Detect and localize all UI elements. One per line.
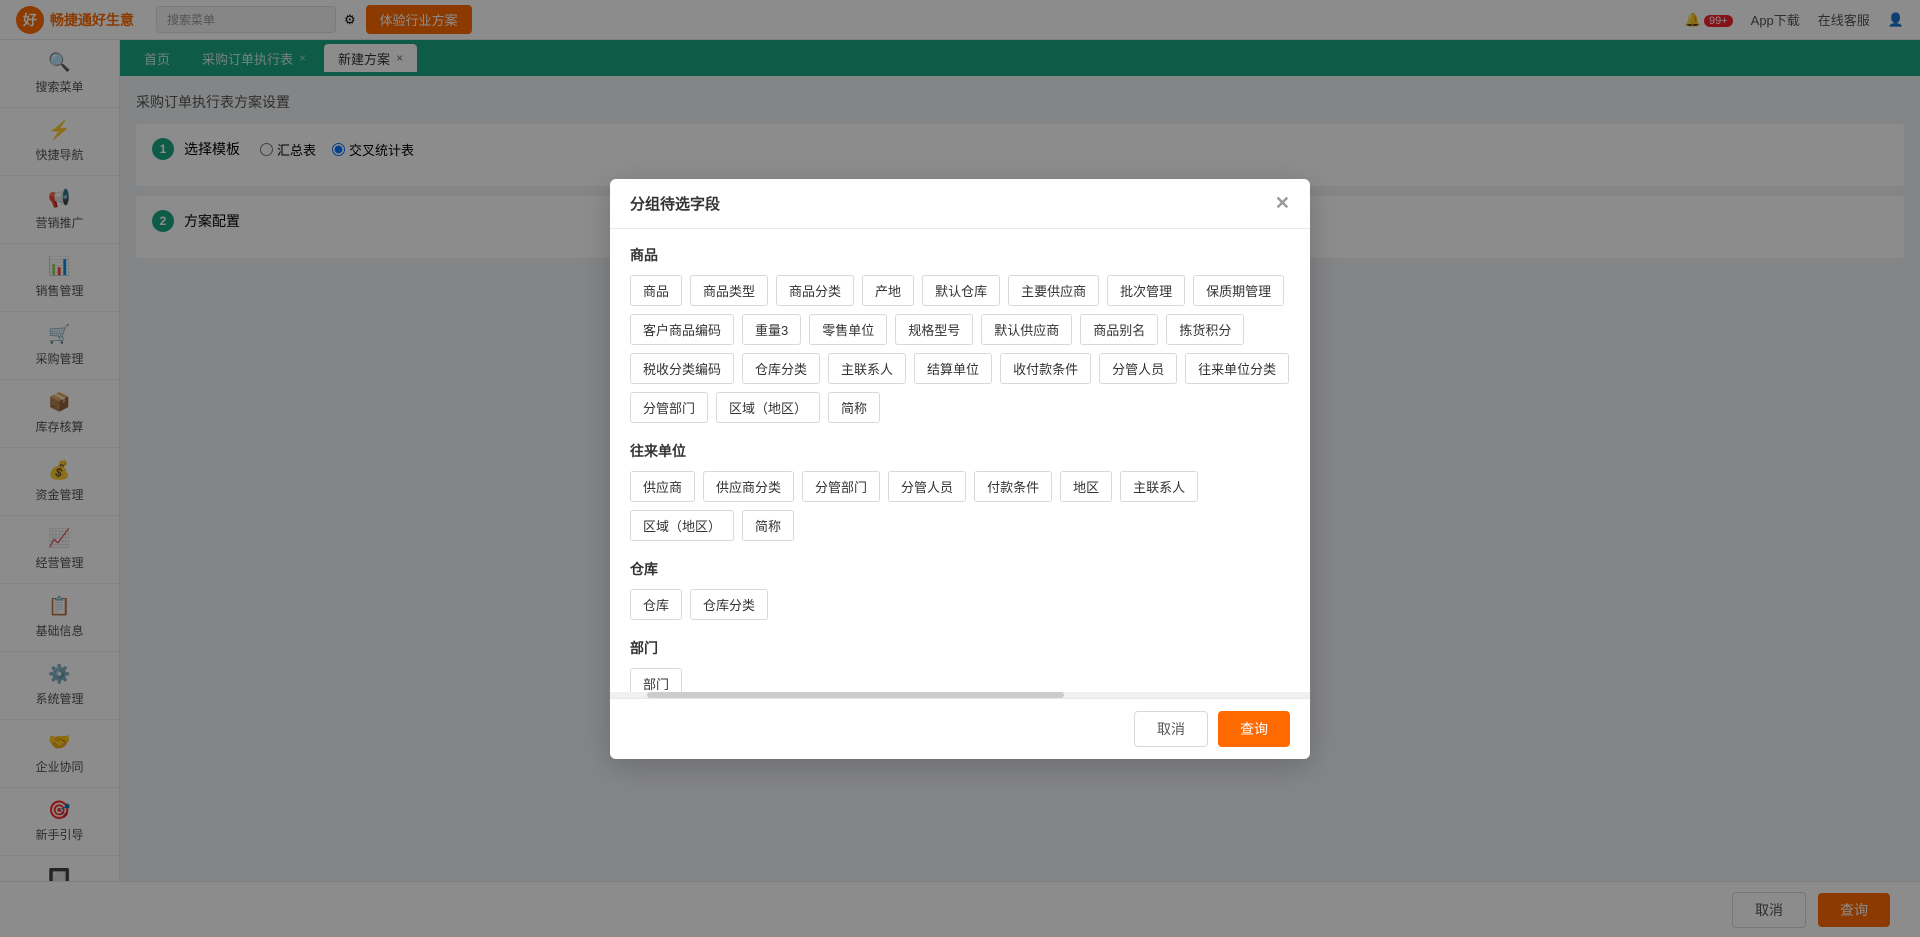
field-tag[interactable]: 重量3	[742, 314, 801, 345]
field-tag[interactable]: 分管人员	[888, 471, 966, 502]
field-tag[interactable]: 区域（地区）	[630, 510, 734, 541]
field-tag[interactable]: 结算单位	[914, 353, 992, 384]
field-tag[interactable]: 仓库分类	[690, 589, 768, 620]
field-tags: 仓库仓库分类	[630, 589, 1290, 620]
modal-header: 分组待选字段 ✕	[610, 179, 1310, 229]
field-tag[interactable]: 仓库	[630, 589, 682, 620]
field-tag[interactable]: 部门	[630, 668, 682, 692]
field-section-部门: 部门部门	[630, 638, 1290, 692]
field-tag[interactable]: 规格型号	[895, 314, 973, 345]
field-tag[interactable]: 分管人员	[1099, 353, 1177, 384]
confirm-button[interactable]: 查询	[1218, 711, 1290, 747]
field-tag[interactable]: 简称	[828, 392, 880, 423]
field-tag[interactable]: 商品分类	[776, 275, 854, 306]
field-tag[interactable]: 往来单位分类	[1185, 353, 1289, 384]
field-select-modal: 分组待选字段 ✕ 商品商品商品类型商品分类产地默认仓库主要供应商批次管理保质期管…	[610, 179, 1310, 759]
field-tags: 供应商供应商分类分管部门分管人员付款条件地区主联系人区域（地区） 简称	[630, 471, 1290, 541]
field-section-商品: 商品商品商品类型商品分类产地默认仓库主要供应商批次管理保质期管理客户商品编码重量…	[630, 245, 1290, 423]
field-tag[interactable]: 拣货积分	[1166, 314, 1244, 345]
field-tag[interactable]: 批次管理	[1107, 275, 1185, 306]
modal-title: 分组待选字段	[630, 193, 720, 214]
field-tag[interactable]: 默认供应商	[981, 314, 1072, 345]
field-tag[interactable]: 商品类型	[690, 275, 768, 306]
field-tag[interactable]: 分管部门	[630, 392, 708, 423]
field-tag[interactable]: 收付款条件	[1000, 353, 1091, 384]
field-tag[interactable]: 主要供应商	[1008, 275, 1099, 306]
field-tag[interactable]: 供应商分类	[703, 471, 794, 502]
field-section-仓库: 仓库仓库仓库分类	[630, 559, 1290, 620]
field-tags: 部门	[630, 668, 1290, 692]
modal-body: 商品商品商品类型商品分类产地默认仓库主要供应商批次管理保质期管理客户商品编码重量…	[610, 229, 1310, 692]
field-tag[interactable]: 主联系人	[1120, 471, 1198, 502]
modal-footer: 取消 查询	[610, 698, 1310, 759]
field-tag[interactable]: 主联系人	[828, 353, 906, 384]
field-tag[interactable]: 保质期管理	[1193, 275, 1284, 306]
field-tag[interactable]: 地区	[1060, 471, 1112, 502]
field-tag[interactable]: 客户商品编码	[630, 314, 734, 345]
field-tag[interactable]: 付款条件	[974, 471, 1052, 502]
field-tag[interactable]: 零售单位	[809, 314, 887, 345]
field-section-title: 部门	[630, 638, 1290, 658]
field-section-title: 仓库	[630, 559, 1290, 579]
field-section-title: 往来单位	[630, 441, 1290, 461]
field-tag[interactable]: 区域（地区）	[716, 392, 820, 423]
modal-overlay: 分组待选字段 ✕ 商品商品商品类型商品分类产地默认仓库主要供应商批次管理保质期管…	[0, 0, 1920, 937]
field-tag[interactable]: 商品	[630, 275, 682, 306]
field-tag[interactable]: 商品别名	[1080, 314, 1158, 345]
field-tag[interactable]: 税收分类编码	[630, 353, 734, 384]
field-tag[interactable]: 仓库分类	[742, 353, 820, 384]
field-tag[interactable]: 分管部门	[802, 471, 880, 502]
cancel-button[interactable]: 取消	[1134, 711, 1208, 747]
field-tags: 商品商品类型商品分类产地默认仓库主要供应商批次管理保质期管理客户商品编码重量3 零…	[630, 275, 1290, 423]
field-section-往来单位: 往来单位供应商供应商分类分管部门分管人员付款条件地区主联系人区域（地区） 简称	[630, 441, 1290, 541]
field-tag[interactable]: 供应商	[630, 471, 695, 502]
field-section-title: 商品	[630, 245, 1290, 265]
field-tag[interactable]: 默认仓库	[922, 275, 1000, 306]
field-tag[interactable]: 简称	[742, 510, 794, 541]
field-tag[interactable]: 产地	[862, 275, 914, 306]
modal-close-btn[interactable]: ✕	[1275, 193, 1290, 214]
